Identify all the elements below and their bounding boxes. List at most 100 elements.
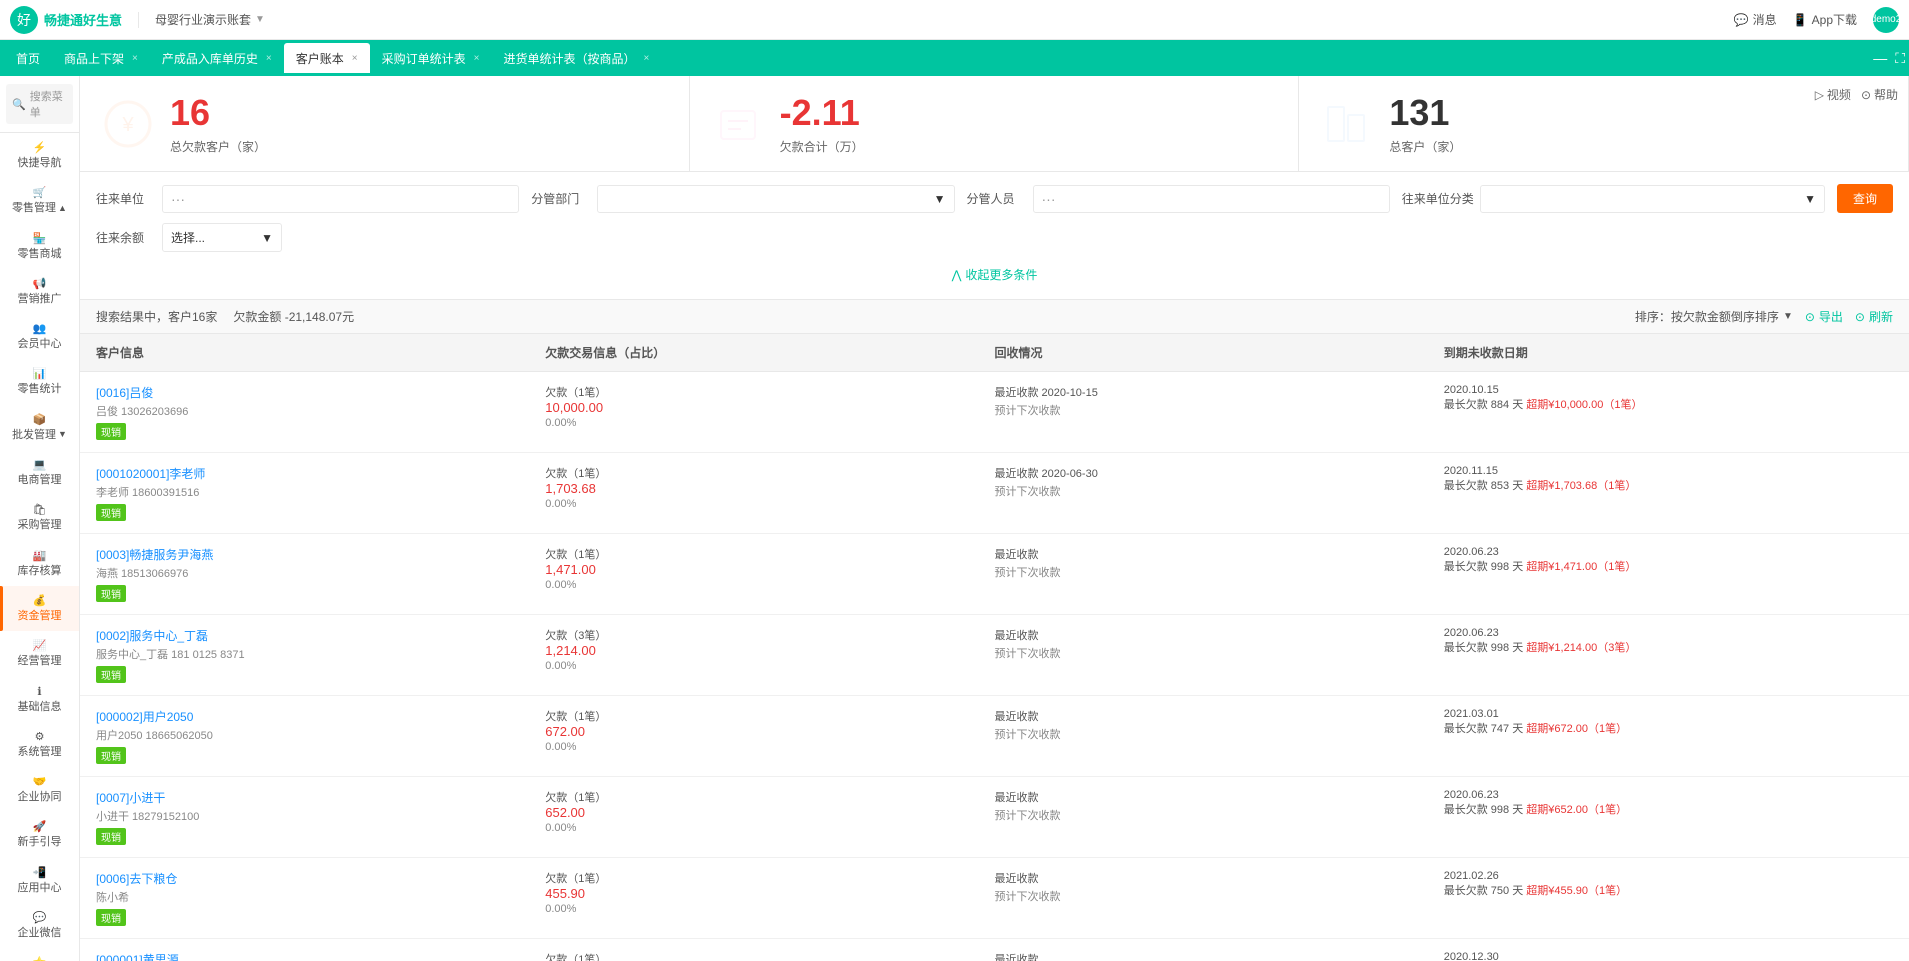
sidebar-item-purchase[interactable]: 🛍 采购管理 [0, 495, 79, 540]
message-button[interactable]: 💬 消息 [1734, 11, 1777, 28]
sort-select[interactable]: 排序：按欠款金额倒序排序 ▼ [1635, 308, 1793, 325]
finance-icon: 💰 [33, 595, 47, 607]
filter-select-balance[interactable]: 选择... ▼ [162, 223, 282, 252]
close-icon[interactable]: × [474, 53, 480, 64]
overdue-amount-link[interactable]: 超期¥10,000.00（1笔） [1526, 399, 1642, 411]
tab-home[interactable]: 首页 [4, 43, 52, 73]
customer-id-link[interactable]: [0001020001]李老师 [96, 465, 545, 482]
export-button[interactable]: ⊙ 导出 [1805, 308, 1843, 325]
tab-production-history[interactable]: 产成品入库单历史 × [150, 43, 284, 73]
overdue-amount-link[interactable]: 超期¥1,703.68（1笔） [1526, 480, 1636, 492]
search-button[interactable]: 查询 [1837, 184, 1893, 213]
overdue-amount-link[interactable]: 超期¥652.00（1笔） [1526, 804, 1627, 816]
customer-cell: [000002]用户2050 用户2050 18665062050 现销 [96, 708, 545, 764]
stat-card-total-customers: 131 总客户（家） ▷ 视频 ⊙ 帮助 [1299, 76, 1909, 171]
sidebar-item-quick-nav[interactable]: ⚡ 快捷导航 [0, 133, 79, 178]
filter-group-person: 分管人员 ··· [967, 185, 1390, 213]
ecommerce-icon: 💻 [33, 459, 47, 471]
tab-purchase-order-stats[interactable]: 采购订单统计表 × [370, 43, 492, 73]
collection-latest: 最近收款 2020-06-30 [995, 465, 1444, 481]
minimize-icon[interactable]: — [1873, 50, 1887, 66]
collection-cell: 最近收款 预计下次收款 [995, 789, 1444, 823]
chang-member-icon: ⭐ [33, 957, 47, 961]
maximize-icon[interactable]: ⛶ [1895, 50, 1905, 67]
tab-customer-account[interactable]: 客户账本 × [284, 43, 370, 73]
help-icon: ⊙ [1861, 88, 1871, 102]
sidebar-item-system[interactable]: ⚙ 系统管理 [0, 722, 79, 767]
message-icon: 💬 [1734, 13, 1749, 27]
refresh-button[interactable]: ⊙ 刷新 [1855, 308, 1893, 325]
tab-product-listing[interactable]: 商品上下架 × [52, 43, 150, 73]
close-icon[interactable]: × [132, 53, 138, 64]
sidebar-item-retail-mall[interactable]: 🏪 零售商城 [0, 224, 79, 269]
filter-row-1: 往来单位 ··· 分管部门 ▼ 分管人员 ··· [96, 184, 1893, 213]
company-select[interactable]: 母婴行业演示账套 ▼ [155, 11, 265, 28]
chevron-down-icon: ▼ [934, 192, 946, 206]
debt-pct: 0.00% [545, 741, 994, 753]
customer-id-link[interactable]: [0003]畅捷服务尹海燕 [96, 546, 545, 563]
sidebar-item-retail-management[interactable]: 🛒 零售管理 ▲ [0, 178, 79, 223]
close-icon[interactable]: × [643, 53, 649, 64]
debt-desc: 欠款（1笔） [545, 546, 994, 562]
debt-amount: 652.00 [545, 805, 994, 820]
sidebar-item-operation[interactable]: 📈 经营管理 [0, 631, 79, 676]
filter-input-person[interactable]: ··· [1033, 185, 1390, 213]
overdue-amount-link[interactable]: 超期¥672.00（1笔） [1526, 723, 1627, 735]
customer-id-link[interactable]: [0002]服务中心_丁磊 [96, 627, 545, 644]
sidebar-item-beginner-guide[interactable]: 🚀 新手引导 [0, 812, 79, 857]
member-icon: 👥 [33, 323, 47, 335]
video-action[interactable]: ▷ 视频 [1815, 86, 1851, 103]
overdue-amount-link[interactable]: 超期¥455.90（1笔） [1526, 885, 1627, 897]
col-header-collection: 回收情况 [995, 344, 1444, 361]
logo-area: 好 畅捷通好生意 [10, 6, 122, 34]
app-download-button[interactable]: 📱 App下载 [1793, 11, 1857, 28]
overdue-date: 2021.03.01 [1444, 708, 1893, 720]
sidebar-item-app-center[interactable]: 📲 应用中心 [0, 858, 79, 903]
video-icon: ▷ [1815, 88, 1824, 102]
customer-id-link[interactable]: [000002]用户2050 [96, 708, 545, 725]
sidebar-item-enterprise-wechat[interactable]: 💬 企业微信 [0, 903, 79, 948]
close-icon[interactable]: × [352, 53, 358, 64]
tab-purchase-stats-by-product[interactable]: 进货单统计表（按商品） × [491, 43, 661, 73]
customer-id-link[interactable]: [0007]小进干 [96, 789, 545, 806]
debt-cell: 欠款（1笔） 652.00 0.00% [545, 789, 994, 834]
filter-label-person: 分管人员 [967, 190, 1027, 207]
avatar: demo2 [1873, 7, 1899, 33]
content-area: ¥ 16 总欠款客户（家） -2.11 欠款合计（万） [80, 76, 1909, 961]
customer-id-link[interactable]: [000001]黄思源 [96, 951, 545, 961]
filter-area: 往来单位 ··· 分管部门 ▼ 分管人员 ··· [80, 172, 1909, 300]
customer-id-link[interactable]: [0016]吕俊 [96, 384, 545, 401]
overdue-amount-link[interactable]: 超期¥1,471.00（1笔） [1526, 561, 1636, 573]
wechat-icon: 💬 [33, 912, 47, 924]
sidebar-item-finance[interactable]: 💰 资金管理 [0, 586, 79, 631]
total-customers-label: 总客户（家） [1389, 138, 1461, 155]
chevron-down-icon: ▼ [261, 231, 273, 245]
sidebar-item-inventory[interactable]: 🏭 库存核算 [0, 541, 79, 586]
sidebar-item-basic-info[interactable]: ℹ 基础信息 [0, 677, 79, 722]
debt-pct: 0.00% [545, 660, 994, 672]
collection-next: 预计下次收款 [995, 402, 1444, 418]
filter-select-unit-type[interactable]: ▼ [1480, 185, 1825, 213]
sidebar-item-retail-stats[interactable]: 📊 零售统计 [0, 359, 79, 404]
close-icon[interactable]: × [266, 53, 272, 64]
sidebar-item-member-center[interactable]: 👥 会员中心 [0, 314, 79, 359]
sidebar-item-marketing[interactable]: 📢 营销推广 [0, 269, 79, 314]
filter-select-dept[interactable]: ▼ [597, 185, 954, 213]
filter-input-unit[interactable]: ··· [162, 185, 519, 213]
search-menu-button[interactable]: 🔍 搜索菜单 [6, 84, 73, 124]
sidebar-item-enterprise-collab[interactable]: 🤝 企业协同 [0, 767, 79, 812]
user-menu[interactable]: demo2 [1873, 7, 1899, 33]
overdue-amount-link[interactable]: 超期¥1,214.00（3笔） [1526, 642, 1636, 654]
filter-group-balance: 往来余额 选择... ▼ [96, 223, 1893, 252]
export-icon: ⊙ [1805, 310, 1815, 324]
sidebar-item-ecommerce[interactable]: 💻 电商管理 [0, 450, 79, 495]
help-action[interactable]: ⊙ 帮助 [1861, 86, 1898, 103]
collapse-filter-button[interactable]: ⋀ 收起更多条件 [96, 262, 1893, 287]
sidebar-item-chang-member[interactable]: ⭐ 畅会员 [0, 948, 79, 961]
overdue-date: 2020.11.15 [1444, 465, 1893, 477]
table-header: 客户信息 欠款交易信息（占比） 回收情况 到期未收款日期 [80, 334, 1909, 372]
customer-id-link[interactable]: [0006]去下粮仓 [96, 870, 545, 887]
stat-card-owed-customers: ¥ 16 总欠款客户（家） [80, 76, 690, 171]
sidebar-item-wholesale[interactable]: 📦 批发管理 ▼ [0, 405, 79, 450]
debt-pct: 0.00% [545, 822, 994, 834]
